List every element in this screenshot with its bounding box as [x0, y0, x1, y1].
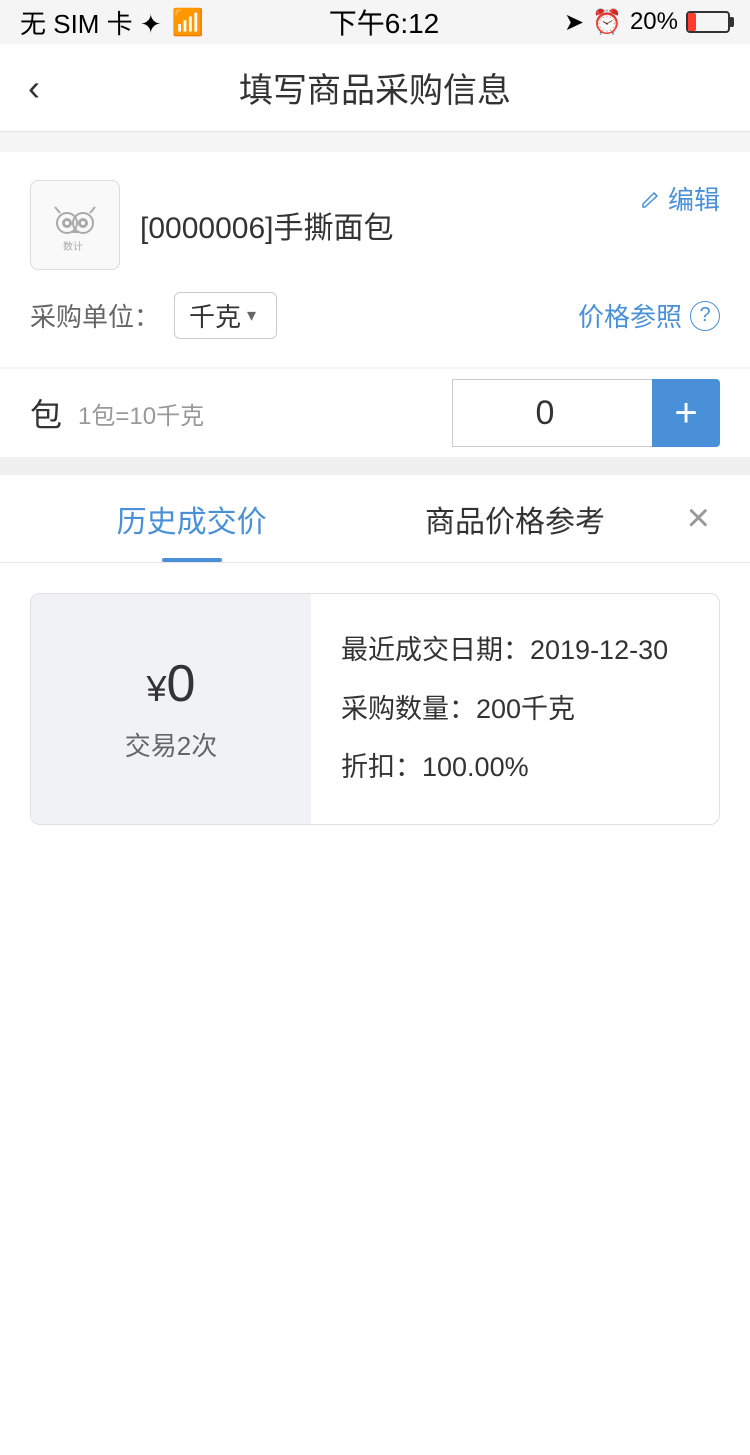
purchase-qty-row: 采购数量：200千克 — [341, 689, 689, 730]
wifi-icon: 📶 — [172, 7, 204, 38]
recent-date-value: 2019-12-30 — [530, 635, 668, 665]
price-card-right: 最近成交日期：2019-12-30 采购数量：200千克 折扣：100.00% — [311, 594, 719, 824]
price-card: ¥0 交易2次 最近成交日期：2019-12-30 采购数量：200千克 折扣：… — [30, 593, 720, 825]
unit-select[interactable]: 千克 ▾ — [174, 292, 277, 339]
status-bar: 无 SIM 卡 ✦ 📶 下午6:12 ➤ ⏰ 20% — [0, 0, 750, 44]
purchase-qty-value: 200千克 — [476, 694, 575, 724]
battery-percent: 20% — [630, 8, 678, 36]
edit-label: 编辑 — [668, 180, 720, 217]
price-ref-label: 价格参照 — [578, 297, 682, 334]
recent-date-label: 最近成交日期： — [341, 635, 530, 665]
product-left: 数计 [0000006]手撕面包 — [30, 180, 393, 270]
tab-history-price[interactable]: 历史成交价 — [30, 475, 353, 562]
price-trades: 交易2次 — [125, 726, 217, 763]
close-panel-button[interactable]: × — [677, 496, 720, 541]
tab-product-price-ref-label: 商品价格参考 — [425, 497, 605, 541]
owl-svg-icon: 数计 — [45, 195, 105, 255]
product-image: 数计 — [30, 180, 120, 270]
nav-bar: ‹ 填写商品采购信息 — [0, 44, 750, 132]
discount-row: 折扣：100.00% — [341, 747, 689, 788]
back-button[interactable]: ‹ — [28, 67, 40, 109]
dropdown-arrow-icon: ▾ — [247, 305, 256, 326]
price-currency-symbol: ¥ — [147, 668, 167, 709]
price-ref-help-icon: ? — [690, 301, 720, 331]
purchase-qty-label: 采购数量： — [341, 694, 476, 724]
unit-label: 采购单位： — [30, 297, 160, 334]
quantity-section: 包 1包=10千克 + — [0, 369, 750, 457]
unit-value: 千克 — [189, 297, 241, 334]
quantity-input-group: + — [452, 379, 720, 447]
product-unit-row: 采购单位： 千克 ▾ 价格参照 ? — [30, 292, 720, 339]
sim-label: 无 SIM 卡 ✦ — [20, 4, 162, 41]
price-card-area: ¥0 交易2次 最近成交日期：2019-12-30 采购数量：200千克 折扣：… — [0, 563, 750, 855]
price-card-left: ¥0 交易2次 — [31, 594, 311, 824]
product-header: 数计 [0000006]手撕面包 编辑 — [30, 180, 720, 270]
edit-button[interactable]: 编辑 — [640, 180, 720, 217]
status-right: ➤ ⏰ 20% — [564, 8, 730, 37]
qty-unit: 包 — [30, 390, 62, 436]
status-time: 下午6:12 — [329, 2, 440, 42]
tab-history-price-label: 历史成交价 — [117, 497, 267, 541]
price-tabs: 历史成交价 商品价格参考 × — [0, 475, 750, 563]
battery-icon — [686, 11, 730, 33]
tab-product-price-ref[interactable]: 商品价格参考 — [353, 475, 676, 562]
location-icon: ➤ — [564, 8, 584, 37]
status-left: 无 SIM 卡 ✦ 📶 — [20, 4, 204, 41]
product-name: [0000006]手撕面包 — [140, 203, 393, 247]
svg-text:数计: 数计 — [63, 240, 83, 253]
price-ref-button[interactable]: 价格参照 ? — [578, 297, 720, 334]
edit-icon — [640, 188, 662, 210]
qty-hint: 1包=10千克 — [78, 396, 204, 431]
price-amount: ¥0 — [147, 654, 196, 714]
alarm-icon: ⏰ — [592, 8, 622, 37]
unit-left: 采购单位： 千克 ▾ — [30, 292, 277, 339]
quantity-input[interactable] — [452, 379, 652, 447]
quantity-label: 包 1包=10千克 — [30, 390, 204, 436]
discount-value: 100.00% — [422, 752, 529, 782]
section-divider — [0, 457, 750, 475]
product-section: 数计 [0000006]手撕面包 编辑 采购单位： 千克 ▾ 价格参照 ? — [0, 152, 750, 367]
page-title: 填写商品采购信息 — [239, 63, 511, 112]
recent-date-row: 最近成交日期：2019-12-30 — [341, 630, 689, 671]
price-value: 0 — [167, 655, 196, 713]
price-panel: 历史成交价 商品价格参考 × ¥0 交易2次 最近成交日期：2019-12-30… — [0, 475, 750, 855]
page-background — [0, 855, 750, 1455]
discount-label: 折扣： — [341, 752, 422, 782]
qty-plus-button[interactable]: + — [652, 379, 720, 447]
